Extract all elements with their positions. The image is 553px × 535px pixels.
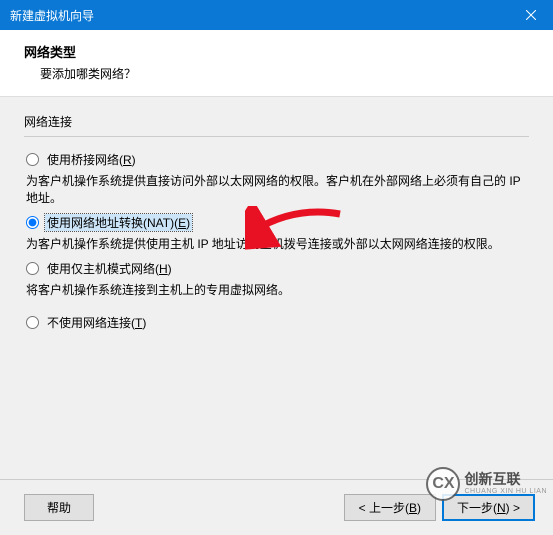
option-none-label: 不使用网络连接(T) xyxy=(45,314,148,331)
wizard-body: 网络连接 使用桥接网络(R) 为客户机操作系统提供直接访问外部以太网网络的权限。… xyxy=(0,97,553,349)
option-bridge[interactable]: 使用桥接网络(R) xyxy=(26,151,527,168)
watermark-logo: CX xyxy=(426,467,460,501)
option-nat-label: 使用网络地址转换(NAT)(E) xyxy=(45,214,192,231)
watermark-text: 创新互联 xyxy=(464,472,547,487)
back-button[interactable]: < 上一步(B) xyxy=(344,494,436,521)
wizard-header: 网络类型 要添加哪类网络？ xyxy=(0,30,553,97)
radio-bridge[interactable] xyxy=(26,153,39,166)
option-hostonly-label: 使用仅主机模式网络(H) xyxy=(45,260,174,277)
help-button[interactable]: 帮助 xyxy=(24,494,94,521)
group-header: 网络连接 xyxy=(24,113,529,136)
page-subheading: 要添加哪类网络？ xyxy=(24,65,529,82)
radio-nat[interactable] xyxy=(26,216,39,229)
watermark-subtext: CHUANG XIN HU LIAN xyxy=(464,488,547,496)
option-hostonly-desc: 将客户机操作系统连接到主机上的专用虚拟网络。 xyxy=(26,283,290,297)
option-none[interactable]: 不使用网络连接(T) xyxy=(26,314,527,331)
group-label: 网络连接 xyxy=(24,113,72,130)
close-button[interactable] xyxy=(508,0,553,30)
titlebar: 新建虚拟机向导 xyxy=(0,0,553,30)
watermark: CX 创新互联 CHUANG XIN HU LIAN xyxy=(426,467,547,501)
radio-hostonly[interactable] xyxy=(26,262,39,275)
page-heading: 网络类型 xyxy=(24,42,529,61)
close-icon xyxy=(526,10,536,20)
window-title: 新建虚拟机向导 xyxy=(10,7,94,24)
option-nat-desc: 为客户机操作系统提供使用主机 IP 地址访问主机拨号连接或外部以太网网络连接的权… xyxy=(26,237,500,251)
option-hostonly[interactable]: 使用仅主机模式网络(H) xyxy=(26,260,527,277)
option-bridge-desc: 为客户机操作系统提供直接访问外部以太网网络的权限。客户机在外部网络上必须有自己的… xyxy=(26,174,520,205)
radio-none[interactable] xyxy=(26,316,39,329)
option-bridge-label: 使用桥接网络(R) xyxy=(45,151,138,168)
option-nat[interactable]: 使用网络地址转换(NAT)(E) xyxy=(26,214,527,231)
network-options-group: 使用桥接网络(R) 为客户机操作系统提供直接访问外部以太网网络的权限。客户机在外… xyxy=(24,137,529,339)
